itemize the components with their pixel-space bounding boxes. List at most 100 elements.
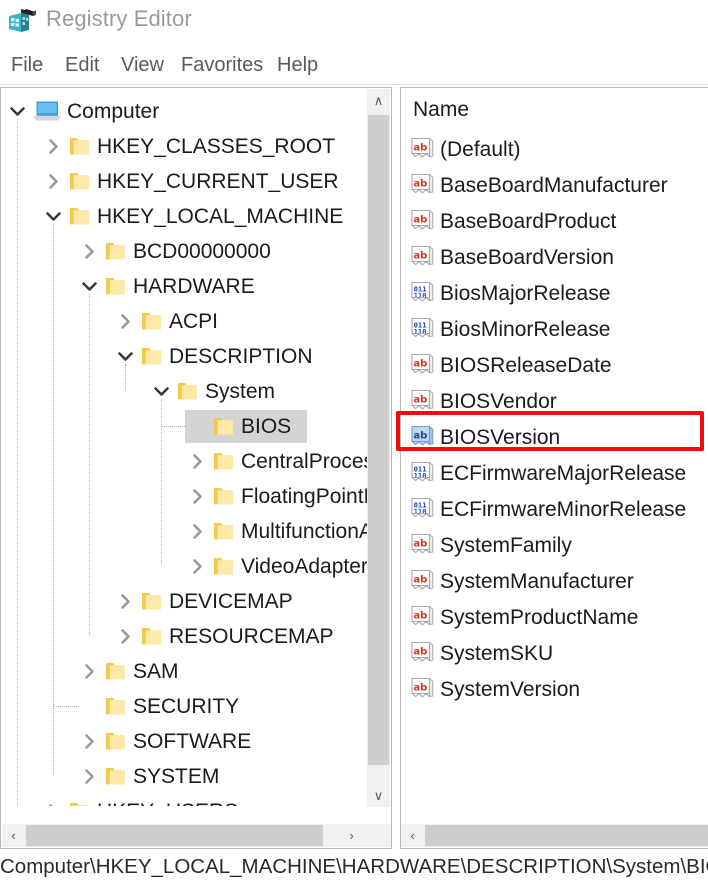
values-horizontal-scrollbar[interactable]: ‹ [401, 824, 708, 847]
chevron-down-icon[interactable] [81, 278, 98, 295]
value-row[interactable]: abBIOSVersion [401, 420, 708, 456]
menu-item-help[interactable]: Help [274, 52, 321, 79]
svg-text:ab: ab [413, 683, 427, 694]
menu-item-view[interactable]: View [118, 52, 167, 79]
tree-node-label: SYSTEM [133, 762, 219, 791]
value-row[interactable]: abSystemVersion [401, 672, 708, 708]
chevron-right-icon[interactable] [81, 768, 98, 785]
dword-value-icon: 011110 [410, 461, 435, 486]
tree-node-hkey-classes-root[interactable]: HKEY_CLASSES_ROOT [1, 129, 369, 164]
chevron-down-icon[interactable] [45, 208, 62, 225]
value-row[interactable]: 011110BiosMinorRelease [401, 312, 708, 348]
tree-node-description[interactable]: DESCRIPTION [1, 339, 369, 374]
registry-values-panel[interactable]: Name ab(Default)abBaseBoardManufacturera… [400, 87, 708, 849]
string-value-icon: ab [410, 389, 435, 414]
tree-guide-line [161, 426, 187, 427]
value-row[interactable]: abSystemFamily [401, 528, 708, 564]
chevron-right-icon[interactable] [117, 313, 134, 330]
value-row[interactable]: abBaseBoardVersion [401, 240, 708, 276]
menu-item-edit[interactable]: Edit [62, 52, 102, 79]
string-value-icon: ab [410, 425, 435, 450]
value-row[interactable]: abBaseBoardProduct [401, 204, 708, 240]
chevron-right-icon[interactable] [189, 488, 206, 505]
tree-horizontal-scroll-thumb[interactable] [26, 825, 323, 846]
value-row[interactable]: ab BIOSReleaseDate [401, 348, 708, 384]
registry-tree-panel[interactable]: ComputerHKEY_CLASSES_ROOTHKEY_CURRENT_US… [0, 87, 392, 849]
chevron-right-icon[interactable] [117, 593, 134, 610]
chevron-right-icon[interactable] [189, 558, 206, 575]
tree-node-computer[interactable]: Computer [1, 94, 369, 129]
tree-node-hardware[interactable]: HARDWARE [1, 269, 369, 304]
tree-vertical-scrollbar[interactable]: ∧ ∨ [367, 89, 390, 807]
chevron-right-icon[interactable] [189, 453, 206, 470]
tree-node-videoadapterbustype[interactable]: VideoAdapterBusType [1, 549, 369, 584]
tree-scroll-up-button[interactable]: ∧ [367, 89, 390, 112]
tree-node-acpi[interactable]: ACPI [1, 304, 369, 339]
tree-node-security[interactable]: SECURITY [1, 689, 369, 724]
tree-node-multifunctionadapter[interactable]: MultifunctionAdapter [1, 514, 369, 549]
svg-text:ab: ab [413, 359, 427, 370]
chevron-right-icon[interactable] [81, 243, 98, 260]
tree-node-system[interactable]: System [1, 374, 369, 409]
chevron-right-icon[interactable] [117, 628, 134, 645]
tree-node-system[interactable]: SYSTEM [1, 759, 369, 794]
tree-node-label: MultifunctionAdapter [241, 517, 369, 546]
values-scroll-left-button[interactable]: ‹ [401, 824, 424, 847]
chevron-right-icon[interactable] [81, 663, 98, 680]
value-row[interactable]: abSystemProductName [401, 600, 708, 636]
tree-scroll-down-button[interactable]: ∨ [367, 784, 390, 807]
chevron-right-icon[interactable] [45, 138, 62, 155]
tree-node-centralprocessor[interactable]: CentralProcessor [1, 444, 369, 479]
string-value-icon: ab [410, 533, 435, 558]
tree-scroll-left-button[interactable]: ‹ [2, 824, 25, 847]
tree-node-hkey-current-user[interactable]: HKEY_CURRENT_USER [1, 164, 369, 199]
tree-node-floatingpointprocessor[interactable]: FloatingPointProcessor [1, 479, 369, 514]
chevron-right-icon[interactable] [45, 173, 62, 190]
values-horizontal-scroll-thumb[interactable] [425, 825, 708, 846]
menu-item-favorites[interactable]: Favorites [178, 52, 266, 79]
chevron-down-icon[interactable] [117, 348, 134, 365]
value-row[interactable]: 011110ECFirmwareMajorRelease [401, 456, 708, 492]
chevron-right-icon[interactable] [189, 523, 206, 540]
tree-node-software[interactable]: SOFTWARE [1, 724, 369, 759]
value-row[interactable]: abBIOSVendor [401, 384, 708, 420]
value-row[interactable]: abBaseBoardManufacturer [401, 168, 708, 204]
tree-scroll-right-button[interactable]: › [340, 824, 363, 847]
tree-node-sam[interactable]: SAM [1, 654, 369, 689]
tree-node-bcd00000000[interactable]: BCD00000000 [1, 234, 369, 269]
chevron-right-icon[interactable] [45, 803, 62, 806]
tree-horizontal-scrollbar[interactable]: ‹ › [2, 824, 391, 847]
value-name-label: BiosMinorRelease [440, 315, 610, 345]
svg-text:ab: ab [413, 431, 427, 442]
svg-text:ab: ab [413, 251, 427, 262]
chevron-right-icon[interactable] [81, 733, 98, 750]
folder-icon [141, 311, 162, 331]
tree-node-label: HARDWARE [133, 272, 255, 301]
folder-icon [213, 556, 234, 576]
tree-node-resourcemap[interactable]: RESOURCEMAP [1, 619, 369, 654]
value-row[interactable]: abSystemSKU [401, 636, 708, 672]
value-row[interactable]: 011110BiosMajorRelease [401, 276, 708, 312]
folder-icon [213, 451, 234, 471]
menu-item-file[interactable]: File [8, 52, 46, 79]
tree-vertical-scroll-thumb[interactable] [368, 115, 389, 765]
tree-node-hkey-local-machine[interactable]: HKEY_LOCAL_MACHINE [1, 199, 369, 234]
folder-icon [69, 801, 90, 806]
tree-node-label: BCD00000000 [133, 237, 271, 266]
value-row[interactable]: 011110ECFirmwareMinorRelease [401, 492, 708, 528]
registry-editor-icon [7, 7, 37, 35]
value-name-label: ECFirmwareMinorRelease [440, 495, 686, 525]
folder-icon [213, 486, 234, 506]
value-row[interactable]: abSystemManufacturer [401, 564, 708, 600]
chevron-down-icon[interactable] [9, 103, 26, 120]
folder-icon [69, 206, 90, 226]
value-name-label: BIOSReleaseDate [440, 351, 612, 381]
dword-value-icon: 011110 [410, 317, 435, 342]
tree-node-hkey-users[interactable]: HKEY_USERS [1, 794, 369, 806]
title-bar: Registry Editor [0, 0, 708, 46]
folder-icon [141, 591, 162, 611]
tree-node-devicemap[interactable]: DEVICEMAP [1, 584, 369, 619]
chevron-down-icon[interactable] [153, 383, 170, 400]
value-row[interactable]: ab(Default) [401, 132, 708, 168]
tree-node-bios[interactable]: BIOS [1, 409, 369, 444]
